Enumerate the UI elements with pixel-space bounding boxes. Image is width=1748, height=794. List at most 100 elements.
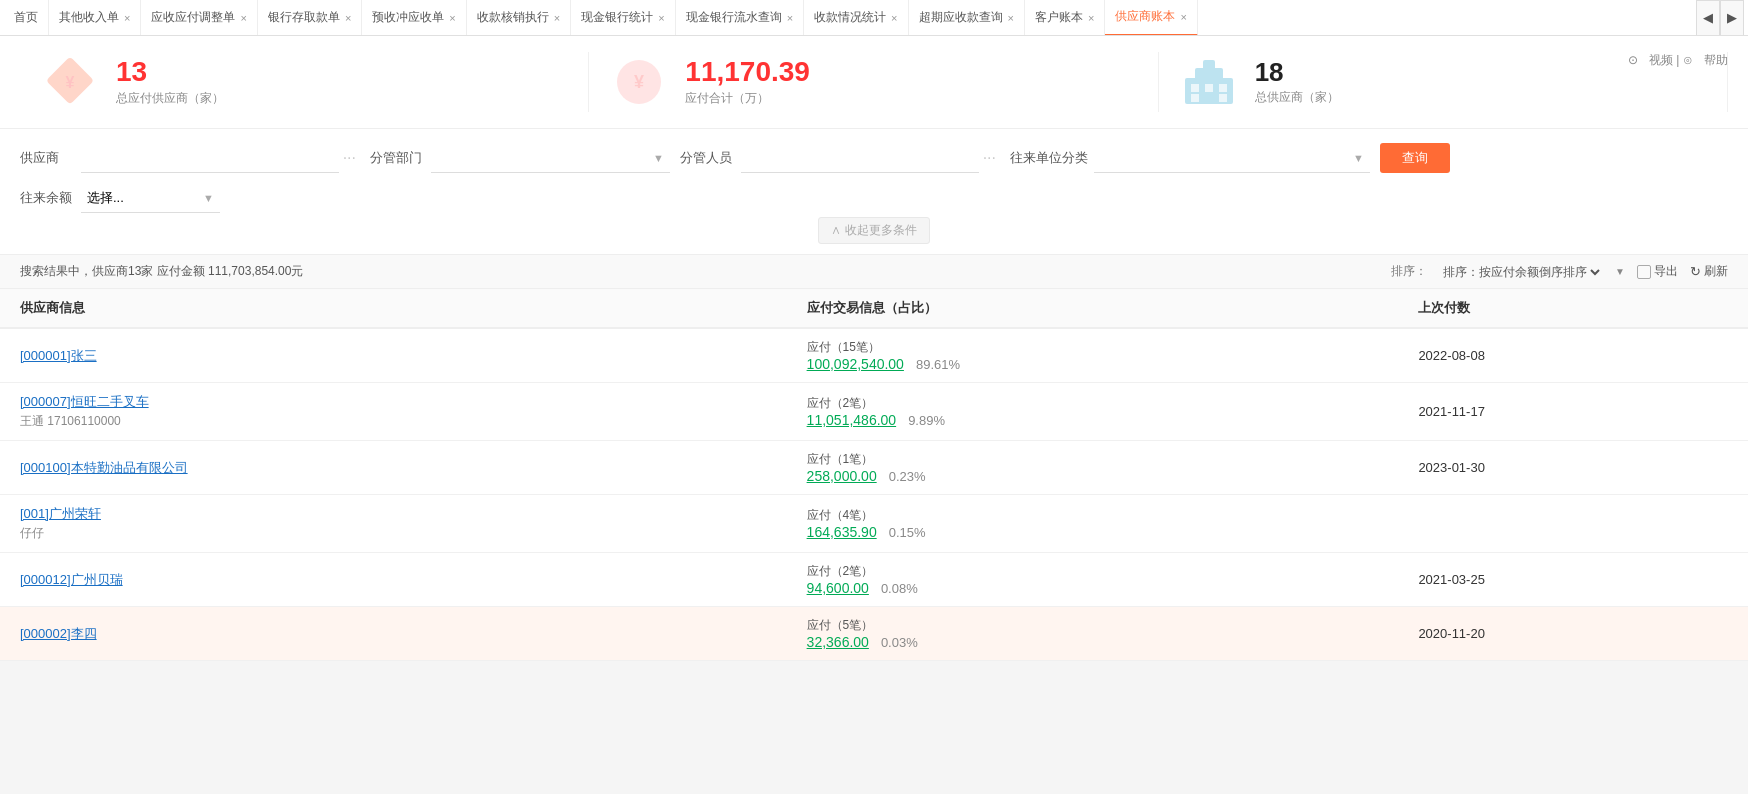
nav-tab-3-label: 银行存取款单 [268,9,340,26]
tx-info-cell: 应付（5笔）32,366.000.03% [787,607,1399,661]
results-summary-text: 搜索结果中，供应商13家 应付金额 111,703,854.00元 [20,263,1391,280]
tx-count: （1笔） [831,452,874,466]
dept-select[interactable] [431,143,670,173]
nav-tab-1[interactable]: 其他收入单 × [49,0,141,36]
tx-amount[interactable]: 100,092,540.00 [807,356,904,372]
svg-rect-6 [1205,84,1213,92]
supplier-link[interactable]: [000012]广州贝瑞 [20,572,123,587]
category-select-wrapper: ▼ [1094,143,1370,173]
nav-tab-5-close[interactable]: × [554,12,560,24]
summary-label-2: 应付合计（万） [685,90,810,107]
nav-tab-8-close[interactable]: × [891,12,897,24]
svg-text:¥: ¥ [66,74,75,91]
svg-rect-8 [1191,94,1199,102]
export-button[interactable]: 导出 [1637,263,1678,280]
tx-count: （15笔） [831,340,880,354]
nav-tab-10-close[interactable]: × [1088,12,1094,24]
summary-number-3: 18 [1255,58,1339,87]
nav-prev-button[interactable]: ◀ [1696,0,1720,36]
suppliers-due-icon: ¥ [40,52,100,112]
export-icon [1637,265,1651,279]
summary-links: ⊙ 视频 | ⊙ 帮助 [1628,52,1728,69]
tx-percent: 0.08% [881,581,918,596]
tx-label-row: 应付（1笔） [807,451,1379,468]
supplier-filter: 供应商 ··· [20,143,360,173]
nav-tab-11-close[interactable]: × [1180,11,1186,23]
filter-row-1: 供应商 ··· 分管部门 ▼ 分管人员 ··· 往来单位分类 [20,143,1728,173]
nav-tab-7[interactable]: 现金银行流水查询 × [676,0,804,36]
tx-label-row: 应付（15笔） [807,339,1379,356]
supplier-link[interactable]: [000007]恒旺二手叉车 [20,394,149,409]
svg-rect-9 [1219,94,1227,102]
person-dots-icon[interactable]: ··· [979,149,1000,167]
nav-tab-11[interactable]: 供应商账本 × [1105,0,1197,36]
tx-amount[interactable]: 258,000.00 [807,468,877,484]
nav-tab-5[interactable]: 收款核销执行 × [467,0,571,36]
nav-tab-9-close[interactable]: × [1008,12,1014,24]
supplier-link[interactable]: [000002]李四 [20,626,97,641]
supplier-link[interactable]: [000001]张三 [20,348,97,363]
filter-row-2: 往来余额 选择... ▼ [20,183,1728,213]
nav-tab-6[interactable]: 现金银行统计 × [571,0,675,36]
col-header-tx: 应付交易信息（占比） [787,289,1399,328]
svg-rect-5 [1191,84,1199,92]
tx-percent: 0.03% [881,635,918,650]
nav-tab-4-label: 预收冲应收单 [372,9,444,26]
nav-tab-8[interactable]: 收款情况统计 × [804,0,908,36]
tx-type-label: 应付 [807,340,831,354]
summary-content-1: 13 总应付供应商（家） [116,57,224,107]
nav-tab-1-close[interactable]: × [124,12,130,24]
tx-count: （5笔） [831,618,874,632]
help-link[interactable]: 帮助 [1704,53,1728,67]
tx-percent: 0.15% [889,525,926,540]
total-supplier-icon [1179,52,1239,112]
tx-amount[interactable]: 32,366.00 [807,634,869,650]
sort-select[interactable]: 排序：按应付余额倒序排序 [1439,264,1603,280]
nav-tab-9[interactable]: 超期应收款查询 × [909,0,1025,36]
nav-tab-8-label: 收款情况统计 [814,9,886,26]
nav-tab-3[interactable]: 银行存取款单 × [258,0,362,36]
nav-tab-4[interactable]: 预收冲应收单 × [362,0,466,36]
person-input[interactable] [741,143,979,173]
nav-tab-3-close[interactable]: × [345,12,351,24]
nav-tab-4-close[interactable]: × [449,12,455,24]
balance-label: 往来余额 [20,189,75,207]
supplier-input[interactable] [81,143,339,173]
supplier-dots-icon[interactable]: ··· [339,149,360,167]
table-row: [000100]本特勤油品有限公司应付（1笔）258,000.000.23%20… [0,441,1748,495]
tx-label-row: 应付（2笔） [807,395,1379,412]
tx-count: （2笔） [831,564,874,578]
nav-next-button[interactable]: ▶ [1720,0,1744,36]
video-link[interactable]: 视频 [1649,53,1673,67]
nav-tab-10[interactable]: 客户账本 × [1025,0,1105,36]
collapse-button[interactable]: ∧ 收起更多条件 [818,217,929,244]
table-row: [001]广州荣轩仔仔应付（4笔）164,635.900.15% [0,495,1748,553]
nav-tab-7-close[interactable]: × [787,12,793,24]
supplier-link[interactable]: [000100]本特勤油品有限公司 [20,460,188,475]
question-icon: ⊙ [1683,53,1693,67]
tx-amount[interactable]: 164,635.90 [807,524,877,540]
category-filter: 往来单位分类 ▼ [1010,143,1370,173]
supplier-info-cell: [000002]李四 [0,607,787,661]
col-header-supplier: 供应商信息 [0,289,787,328]
search-button[interactable]: 查询 [1380,143,1450,173]
export-label: 导出 [1654,263,1678,280]
nav-tab-6-close[interactable]: × [658,12,664,24]
nav-tab-2[interactable]: 应收应付调整单 × [141,0,257,36]
supplier-label: 供应商 [20,149,75,167]
supplier-link[interactable]: [001]广州荣轩 [20,506,101,521]
summary-item-payable: ¥ 11,170.39 应付合计（万） [589,52,1158,112]
refresh-button[interactable]: ↻ 刷新 [1690,263,1728,280]
balance-select[interactable]: 选择... [81,183,220,213]
summary-label-3: 总供应商（家） [1255,89,1339,106]
category-select[interactable] [1094,143,1370,173]
circle-icon: ⊙ [1628,53,1638,67]
tx-amount[interactable]: 94,600.00 [807,580,869,596]
tx-amount[interactable]: 11,051,486.00 [807,412,897,428]
summary-content-2: 11,170.39 应付合计（万） [685,57,810,107]
nav-tab-2-close[interactable]: × [240,12,246,24]
nav-tab-home[interactable]: 首页 [4,0,49,36]
results-bar: 搜索结果中，供应商13家 应付金额 111,703,854.00元 排序： 排序… [0,255,1748,289]
supplier-info-cell: [000007]恒旺二手叉车王通 17106110000 [0,383,787,441]
tx-count: （2笔） [831,396,874,410]
